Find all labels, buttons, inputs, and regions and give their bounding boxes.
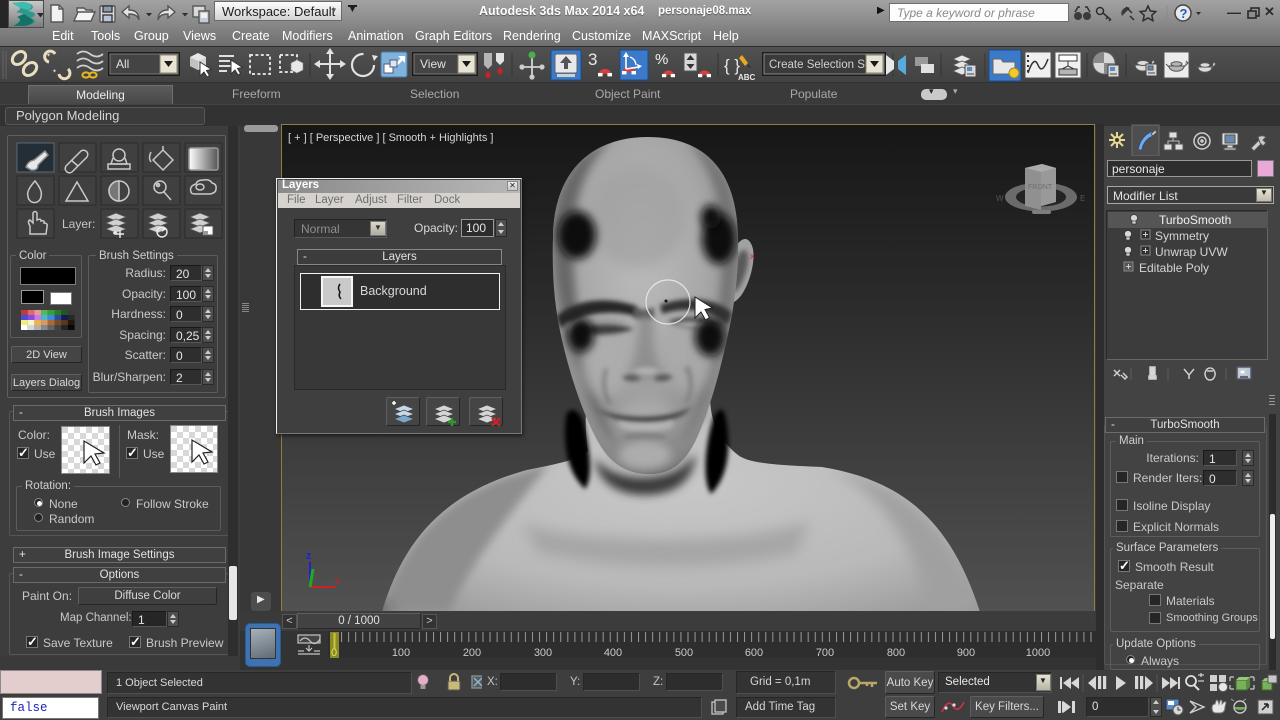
svg-text:3: 3 xyxy=(588,50,597,69)
svg-text:W: W xyxy=(996,194,1004,203)
svg-text:ABC: ABC xyxy=(738,73,756,82)
svg-text:View: View xyxy=(420,57,446,71)
svg-text:500: 500 xyxy=(675,647,693,659)
svg-text:300: 300 xyxy=(534,647,552,659)
svg-text:200: 200 xyxy=(463,647,481,659)
svg-text:800: 800 xyxy=(887,647,905,659)
svg-text:x: x xyxy=(335,576,340,587)
svg-text:700: 700 xyxy=(816,647,834,659)
svg-text:400: 400 xyxy=(604,647,622,659)
svg-text:900: 900 xyxy=(957,647,975,659)
svg-text:600: 600 xyxy=(745,647,763,659)
svg-text:z: z xyxy=(306,550,312,562)
svg-text:Layer:: Layer: xyxy=(62,217,95,231)
svg-text:100: 100 xyxy=(392,647,410,659)
svg-text:x: x xyxy=(750,251,755,261)
svg-text:1000: 1000 xyxy=(1026,647,1050,659)
svg-text:Create Selection Se: Create Selection Se xyxy=(769,59,871,71)
svg-text:FRONT: FRONT xyxy=(1028,184,1053,191)
svg-text:?: ? xyxy=(1180,6,1188,21)
svg-text:✦: ✦ xyxy=(46,52,51,59)
svg-text:✦: ✦ xyxy=(52,68,57,75)
svg-text:0: 0 xyxy=(331,647,337,659)
svg-text:E: E xyxy=(1080,194,1085,203)
svg-text:All: All xyxy=(116,57,129,71)
svg-text:%: % xyxy=(655,51,668,68)
